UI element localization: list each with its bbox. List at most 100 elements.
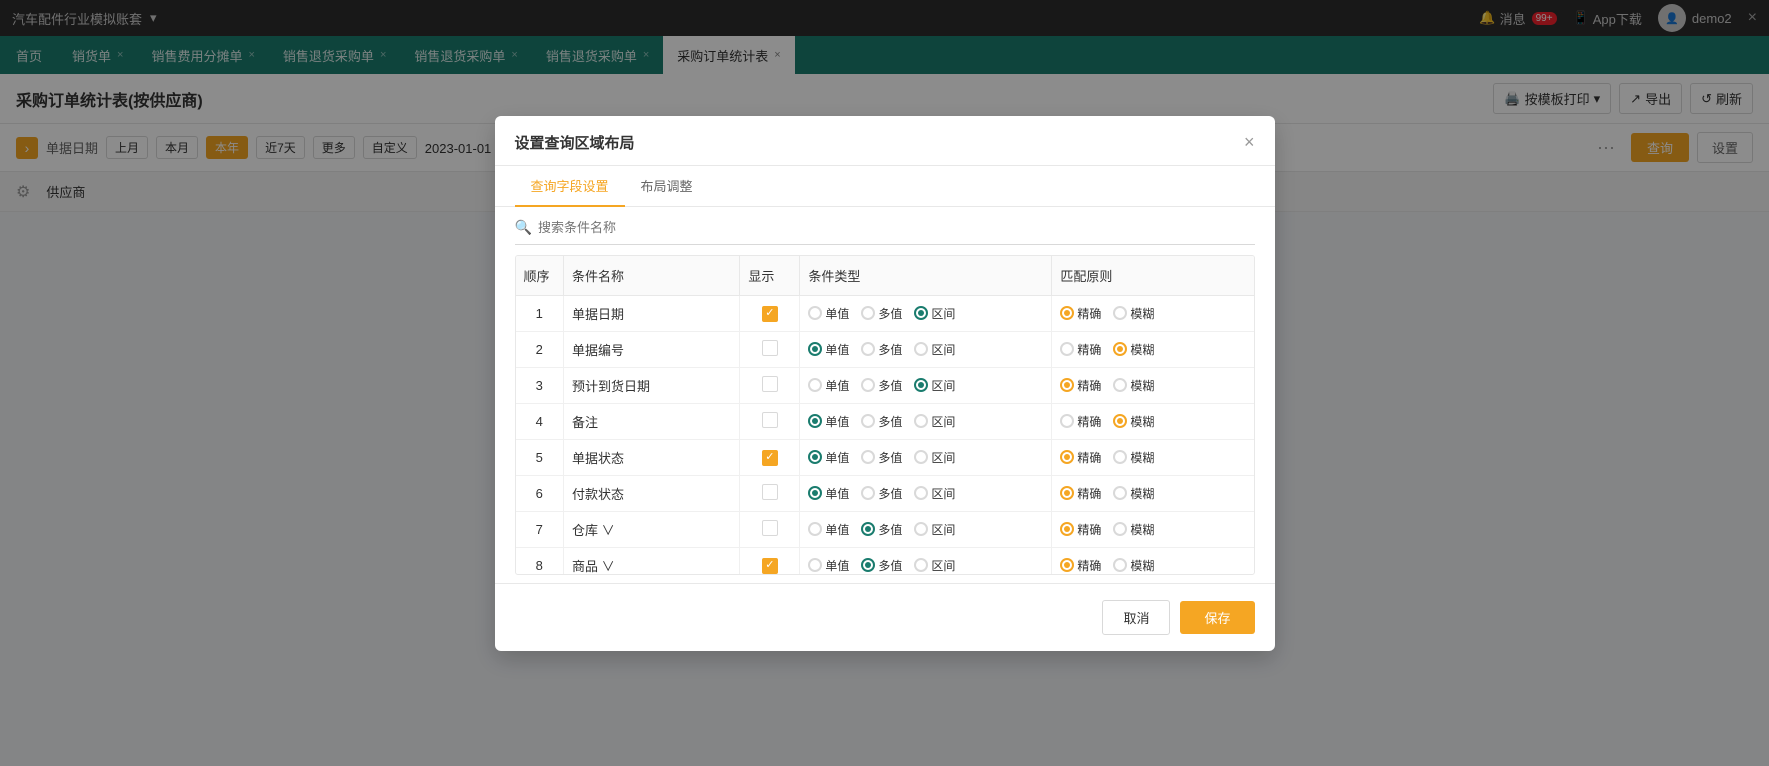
row-match: 精确 模糊 <box>1052 475 1254 511</box>
display-checkbox[interactable] <box>762 376 778 392</box>
type-multi-radio[interactable]: 多值 <box>861 449 902 466</box>
type-range-radio[interactable]: 区间 <box>914 485 955 502</box>
type-multi-radio[interactable]: 多值 <box>861 305 902 322</box>
row-name: 单据日期 <box>564 295 740 331</box>
type-single-radio[interactable]: 单值 <box>808 305 849 322</box>
row-num: 5 <box>516 439 564 475</box>
row-match: 精确 模糊 <box>1052 547 1254 575</box>
match-exact-radio[interactable]: 精确 <box>1060 305 1101 322</box>
type-range-radio[interactable]: 区间 <box>914 449 955 466</box>
type-multi-radio[interactable]: 多值 <box>861 521 902 538</box>
row-num: 1 <box>516 295 564 331</box>
row-type: 单值 多值 区间 <box>800 367 1052 403</box>
match-fuzzy-radio[interactable]: 模糊 <box>1113 413 1154 430</box>
row-type: 单值 多值 区间 <box>800 331 1052 367</box>
display-checkbox[interactable] <box>762 412 778 428</box>
display-checkbox[interactable] <box>762 558 778 574</box>
display-checkbox[interactable] <box>762 520 778 536</box>
search-bar: 🔍 <box>515 219 1255 245</box>
type-single-radio[interactable]: 单值 <box>808 449 849 466</box>
row-display[interactable] <box>740 367 800 403</box>
match-fuzzy-radio[interactable]: 模糊 <box>1113 341 1154 358</box>
row-match: 精确 模糊 <box>1052 331 1254 367</box>
row-name: 商品 ∨ <box>564 547 740 575</box>
dialog-header: 设置查询区域布局 × <box>495 116 1275 166</box>
dialog-close-button[interactable]: × <box>1244 133 1255 151</box>
type-single-radio[interactable]: 单值 <box>808 341 849 358</box>
display-checkbox[interactable] <box>762 450 778 466</box>
match-fuzzy-radio[interactable]: 模糊 <box>1113 485 1154 502</box>
table-row: 2 单据编号 单值 多值 区间 <box>516 331 1254 367</box>
col-display-header: 显示 <box>740 256 800 296</box>
row-type: 单值 多值 区间 <box>800 511 1052 547</box>
save-button[interactable]: 保存 <box>1180 601 1254 634</box>
row-display[interactable] <box>740 295 800 331</box>
type-multi-radio[interactable]: 多值 <box>861 377 902 394</box>
row-display[interactable] <box>740 475 800 511</box>
match-exact-radio[interactable]: 精确 <box>1060 449 1101 466</box>
match-exact-radio[interactable]: 精确 <box>1060 485 1101 502</box>
type-single-radio[interactable]: 单值 <box>808 557 849 574</box>
type-single-radio[interactable]: 单值 <box>808 413 849 430</box>
match-exact-radio[interactable]: 精确 <box>1060 341 1101 358</box>
table-row: 8 商品 ∨ 单值 多值 区间 <box>516 547 1254 575</box>
display-checkbox[interactable] <box>762 484 778 500</box>
row-display[interactable] <box>740 439 800 475</box>
type-multi-radio[interactable]: 多值 <box>861 485 902 502</box>
row-num: 4 <box>516 403 564 439</box>
row-match: 精确 模糊 <box>1052 511 1254 547</box>
dialog-tabs: 查询字段设置 布局调整 <box>495 166 1275 207</box>
row-num: 8 <box>516 547 564 575</box>
type-range-radio[interactable]: 区间 <box>914 521 955 538</box>
type-range-radio[interactable]: 区间 <box>914 413 955 430</box>
type-range-radio[interactable]: 区间 <box>914 377 955 394</box>
type-multi-radio[interactable]: 多值 <box>861 341 902 358</box>
modal-overlay: 设置查询区域布局 × 查询字段设置 布局调整 🔍 <box>0 0 1769 766</box>
row-name: 单据编号 <box>564 331 740 367</box>
type-single-radio[interactable]: 单值 <box>808 377 849 394</box>
row-display[interactable] <box>740 331 800 367</box>
match-exact-radio[interactable]: 精确 <box>1060 521 1101 538</box>
match-fuzzy-radio[interactable]: 模糊 <box>1113 377 1154 394</box>
row-display[interactable] <box>740 403 800 439</box>
row-type: 单值 多值 区间 <box>800 439 1052 475</box>
row-name: 预计到货日期 <box>564 367 740 403</box>
row-type: 单值 多值 区间 <box>800 547 1052 575</box>
match-exact-radio[interactable]: 精确 <box>1060 413 1101 430</box>
match-exact-radio[interactable]: 精确 <box>1060 557 1101 574</box>
cancel-button[interactable]: 取消 <box>1102 600 1170 635</box>
match-fuzzy-radio[interactable]: 模糊 <box>1113 305 1154 322</box>
row-display[interactable] <box>740 547 800 575</box>
row-match: 精确 模糊 <box>1052 295 1254 331</box>
dialog-tab-query-fields[interactable]: 查询字段设置 <box>515 166 625 207</box>
type-single-radio[interactable]: 单值 <box>808 485 849 502</box>
table-row: 5 单据状态 单值 多值 区间 <box>516 439 1254 475</box>
table-row: 7 仓库 ∨ 单值 多值 区间 <box>516 511 1254 547</box>
row-match: 精确 模糊 <box>1052 439 1254 475</box>
table-row: 1 单据日期 单值 多值 区间 <box>516 295 1254 331</box>
row-type: 单值 多值 区间 <box>800 403 1052 439</box>
row-match: 精确 模糊 <box>1052 403 1254 439</box>
row-type: 单值 多值 区间 <box>800 475 1052 511</box>
type-multi-radio[interactable]: 多值 <box>861 413 902 430</box>
search-input[interactable] <box>538 220 1255 235</box>
row-name: 单据状态 <box>564 439 740 475</box>
type-multi-radio[interactable]: 多值 <box>861 557 902 574</box>
table-row: 4 备注 单值 多值 区间 <box>516 403 1254 439</box>
type-range-radio[interactable]: 区间 <box>914 341 955 358</box>
table-row: 6 付款状态 单值 多值 区间 <box>516 475 1254 511</box>
match-fuzzy-radio[interactable]: 模糊 <box>1113 521 1154 538</box>
match-exact-radio[interactable]: 精确 <box>1060 377 1101 394</box>
match-fuzzy-radio[interactable]: 模糊 <box>1113 449 1154 466</box>
type-single-radio[interactable]: 单值 <box>808 521 849 538</box>
display-checkbox[interactable] <box>762 340 778 356</box>
dialog-title: 设置查询区域布局 <box>515 132 635 153</box>
display-checkbox[interactable] <box>762 306 778 322</box>
dialog-tab-layout[interactable]: 布局调整 <box>625 166 709 207</box>
row-num: 3 <box>516 367 564 403</box>
row-name: 仓库 ∨ <box>564 511 740 547</box>
type-range-radio[interactable]: 区间 <box>914 305 955 322</box>
match-fuzzy-radio[interactable]: 模糊 <box>1113 557 1154 574</box>
row-display[interactable] <box>740 511 800 547</box>
type-range-radio[interactable]: 区间 <box>914 557 955 574</box>
